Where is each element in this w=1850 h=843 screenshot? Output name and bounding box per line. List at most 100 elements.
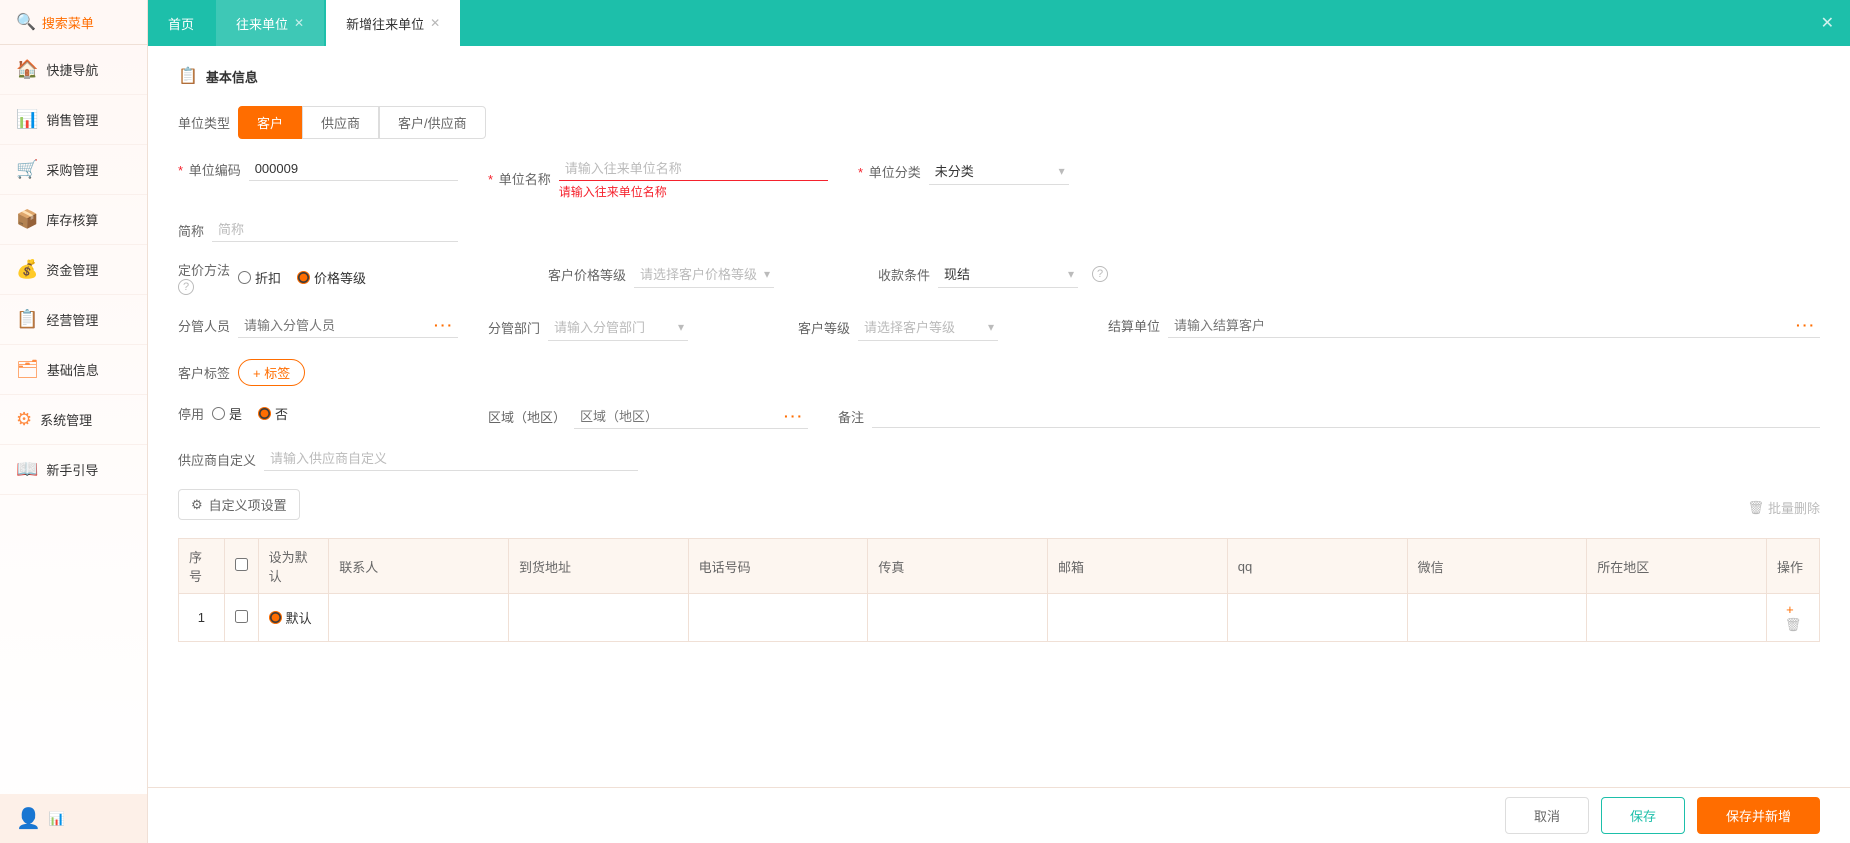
pricing-discount-radio[interactable]: 折扣 — [238, 268, 281, 287]
payment-help-icon[interactable]: ? — [1092, 266, 1108, 282]
sidebar-item-finance[interactable]: 💰 资金管理 — [0, 245, 147, 295]
form-row-supplier-custom: 供应商自定义 — [178, 447, 1820, 471]
user-icon: 👤 — [16, 806, 41, 831]
region-more-btn[interactable]: ··· — [784, 408, 804, 424]
sidebar-item-inventory[interactable]: 📦 库存核算 — [0, 195, 147, 245]
form-row-manager: 分管人员 ··· 分管部门 请输入分管部门 ▾ 客户等级 请选择客户等级 ▾ — [178, 313, 1820, 341]
unit-name-label: * 单位名称 — [488, 169, 551, 188]
tab-partners-close[interactable]: ✕ — [294, 16, 304, 30]
disabled-no-radio[interactable]: 否 — [258, 404, 288, 423]
disabled-label: 停用 — [178, 404, 204, 423]
email-input[interactable] — [1058, 610, 1217, 625]
customer-tag-label: 客户标签 — [178, 363, 230, 382]
default-radio[interactable] — [269, 611, 282, 624]
supplier-custom-input[interactable] — [264, 447, 638, 471]
tab-new-partner-close[interactable]: ✕ — [430, 16, 440, 30]
delete-icon: 🗑 — [1747, 500, 1764, 516]
save-button[interactable]: 保存 — [1601, 797, 1685, 834]
tab-partners[interactable]: 往来单位 ✕ — [216, 0, 324, 46]
sidebar-item-quick-nav[interactable]: 🏠 快捷导航 — [0, 45, 147, 95]
payment-terms-dropdown[interactable]: 现结 ▾ — [938, 260, 1078, 288]
tab-new-partner[interactable]: 新增往来单位 ✕ — [326, 0, 460, 46]
section-title-text: 基本信息 — [206, 67, 258, 86]
tab-bar-close-all[interactable]: ✕ — [1821, 13, 1834, 33]
short-name-input[interactable] — [212, 218, 458, 242]
qq-input[interactable] — [1238, 610, 1397, 625]
region-field: ··· — [574, 404, 808, 429]
region-cell-input[interactable] — [1597, 610, 1756, 625]
cell-qq[interactable] — [1227, 594, 1407, 642]
cell-checkbox[interactable] — [224, 594, 258, 642]
unit-type-supplier[interactable]: 供应商 — [302, 106, 379, 139]
sidebar-item-sales[interactable]: 📊 销售管理 — [0, 95, 147, 145]
form-area: 📋 基本信息 单位类型 客户 供应商 客户/供应商 * 单位编码 — [148, 46, 1850, 787]
settlement-input[interactable] — [1174, 318, 1796, 333]
unit-type-both[interactable]: 客户/供应商 — [379, 106, 486, 139]
disabled-yes-radio[interactable]: 是 — [212, 404, 242, 423]
custom-settings-button[interactable]: ⚙ 自定义项设置 — [178, 489, 300, 520]
cell-address[interactable] — [508, 594, 688, 642]
form-group-manager: 分管人员 ··· — [178, 313, 458, 338]
cell-region[interactable] — [1587, 594, 1767, 642]
wechat-input[interactable] — [1418, 610, 1577, 625]
sidebar-item-operations[interactable]: 📋 经营管理 — [0, 295, 147, 345]
select-all-checkbox[interactable] — [235, 558, 248, 571]
save-new-button[interactable]: 保存并新增 — [1697, 797, 1820, 834]
table-row: 1 默认 — [179, 594, 1820, 642]
add-tag-button[interactable]: + 标签 — [238, 359, 305, 386]
batch-delete-btn[interactable]: 🗑 批量删除 — [1747, 498, 1820, 517]
gear-icon: ⚙ — [16, 409, 32, 430]
sidebar-footer-icon2: 📊 — [49, 811, 65, 827]
cancel-button[interactable]: 取消 — [1505, 797, 1589, 834]
sidebar-item-label: 采购管理 — [46, 160, 98, 179]
form-group-tag: 客户标签 + 标签 — [178, 359, 1820, 386]
unit-name-input[interactable] — [559, 157, 828, 181]
sidebar-item-guide[interactable]: 📖 新手引导 — [0, 445, 147, 495]
cell-phone[interactable] — [688, 594, 868, 642]
tag-btn-label: + 标签 — [253, 363, 290, 382]
pricing-level-radio[interactable]: 价格等级 — [297, 268, 366, 287]
sidebar-search[interactable]: 🔍 搜索菜单 — [0, 0, 147, 45]
supplier-custom-label: 供应商自定义 — [178, 450, 256, 469]
form-group-region: 区域（地区） ··· — [488, 404, 808, 429]
row-checkbox[interactable] — [235, 610, 248, 623]
phone-input[interactable] — [699, 610, 858, 625]
sidebar-item-system[interactable]: ⚙ 系统管理 — [0, 395, 147, 445]
manager-input[interactable] — [244, 318, 434, 333]
form-row-short-name: 简称 — [178, 218, 1820, 242]
pricing-help-icon[interactable]: ? — [178, 279, 194, 295]
department-dropdown[interactable]: 请输入分管部门 ▾ — [548, 313, 688, 341]
cell-actions: + 🗑 — [1766, 594, 1819, 642]
sidebar-item-purchase[interactable]: 🛒 采购管理 — [0, 145, 147, 195]
chevron-down-icon: ▾ — [764, 267, 770, 281]
cell-email[interactable] — [1048, 594, 1228, 642]
cell-fax[interactable] — [868, 594, 1048, 642]
tab-home[interactable]: 首页 — [148, 0, 214, 46]
cell-default: 默认 — [258, 594, 329, 642]
sidebar-item-label: 资金管理 — [46, 260, 98, 279]
address-input[interactable] — [519, 610, 678, 625]
unit-code-input[interactable] — [249, 157, 458, 181]
customer-price-label: 客户价格等级 — [548, 265, 626, 284]
add-row-btn[interactable]: + — [1786, 602, 1794, 617]
default-radio-label[interactable]: 默认 — [269, 608, 319, 627]
unit-category-dropdown[interactable]: 未分类 ▾ — [929, 157, 1069, 185]
unit-type-customer[interactable]: 客户 — [238, 106, 302, 139]
delete-row-btn[interactable]: 🗑 — [1785, 617, 1802, 632]
customer-level-dropdown[interactable]: 请选择客户等级 ▾ — [858, 313, 998, 341]
cell-contact[interactable] — [329, 594, 509, 642]
fax-input[interactable] — [878, 610, 1037, 625]
col-default: 设为默认 — [258, 539, 329, 594]
settlement-more-btn[interactable]: ··· — [1796, 317, 1816, 333]
form-group-payment-terms: 收款条件 现结 ▾ ? — [878, 260, 1178, 288]
region-input[interactable] — [580, 409, 784, 424]
form-row-unit-info: * 单位编码 * 单位名称 请输入往来单位名称 * 单位分类 — [178, 157, 1820, 200]
remark-input[interactable] — [872, 404, 1820, 428]
contact-input[interactable] — [339, 610, 498, 625]
sidebar-item-label: 系统管理 — [40, 410, 92, 429]
manager-more-btn[interactable]: ··· — [434, 317, 454, 333]
sidebar-item-basic[interactable]: 🗂 基础信息 — [0, 345, 147, 395]
cell-wechat[interactable] — [1407, 594, 1587, 642]
chevron-down-icon: ▾ — [1068, 267, 1074, 281]
customer-price-dropdown[interactable]: 请选择客户价格等级 ▾ — [634, 260, 774, 288]
